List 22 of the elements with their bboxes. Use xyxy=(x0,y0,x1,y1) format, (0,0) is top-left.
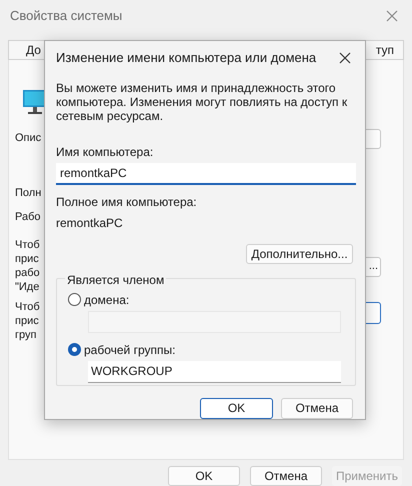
dialog-button[interactable]: OK xyxy=(200,398,273,419)
close-icon[interactable] xyxy=(339,52,351,64)
description-text: Вы можете изменить имя и принадлежность этого компьютера. Изменения могут повлиять на доступ к сетевым ресурсам. xyxy=(56,81,348,124)
advanced-button[interactable]: Дополнительно... xyxy=(246,244,353,264)
tab[interactable]: туп xyxy=(374,41,395,59)
footer-button[interactable]: OK xyxy=(168,466,240,486)
computer-name-field[interactable]: remontkaPC xyxy=(56,163,356,185)
footer-button[interactable]: Отмена xyxy=(250,466,322,486)
tab[interactable]: До xyxy=(25,41,42,59)
dialog-button[interactable]: Отмена xyxy=(281,398,353,419)
group-field[interactable]: WORKGROUP xyxy=(88,360,341,383)
paragraph: Чтоб прис рабо "Иде xyxy=(15,238,40,294)
full-name-value: remontkaPC xyxy=(56,214,124,232)
full-name-label: Полное имя компьютера: xyxy=(56,194,198,211)
dialog-title: Изменение имени компьютера или домена xyxy=(56,48,316,67)
workgroup-label: Рабо xyxy=(15,210,41,225)
full-name-label: Полн xyxy=(15,186,42,200)
window-title: Свойства системы xyxy=(10,7,122,26)
paragraph: Чтоб прис груп xyxy=(15,300,40,342)
description-label: Опис xyxy=(15,131,42,146)
radio-option[interactable]: рабочей группы: xyxy=(68,340,355,359)
computer-name-label: Имя компьютера: xyxy=(56,144,154,162)
